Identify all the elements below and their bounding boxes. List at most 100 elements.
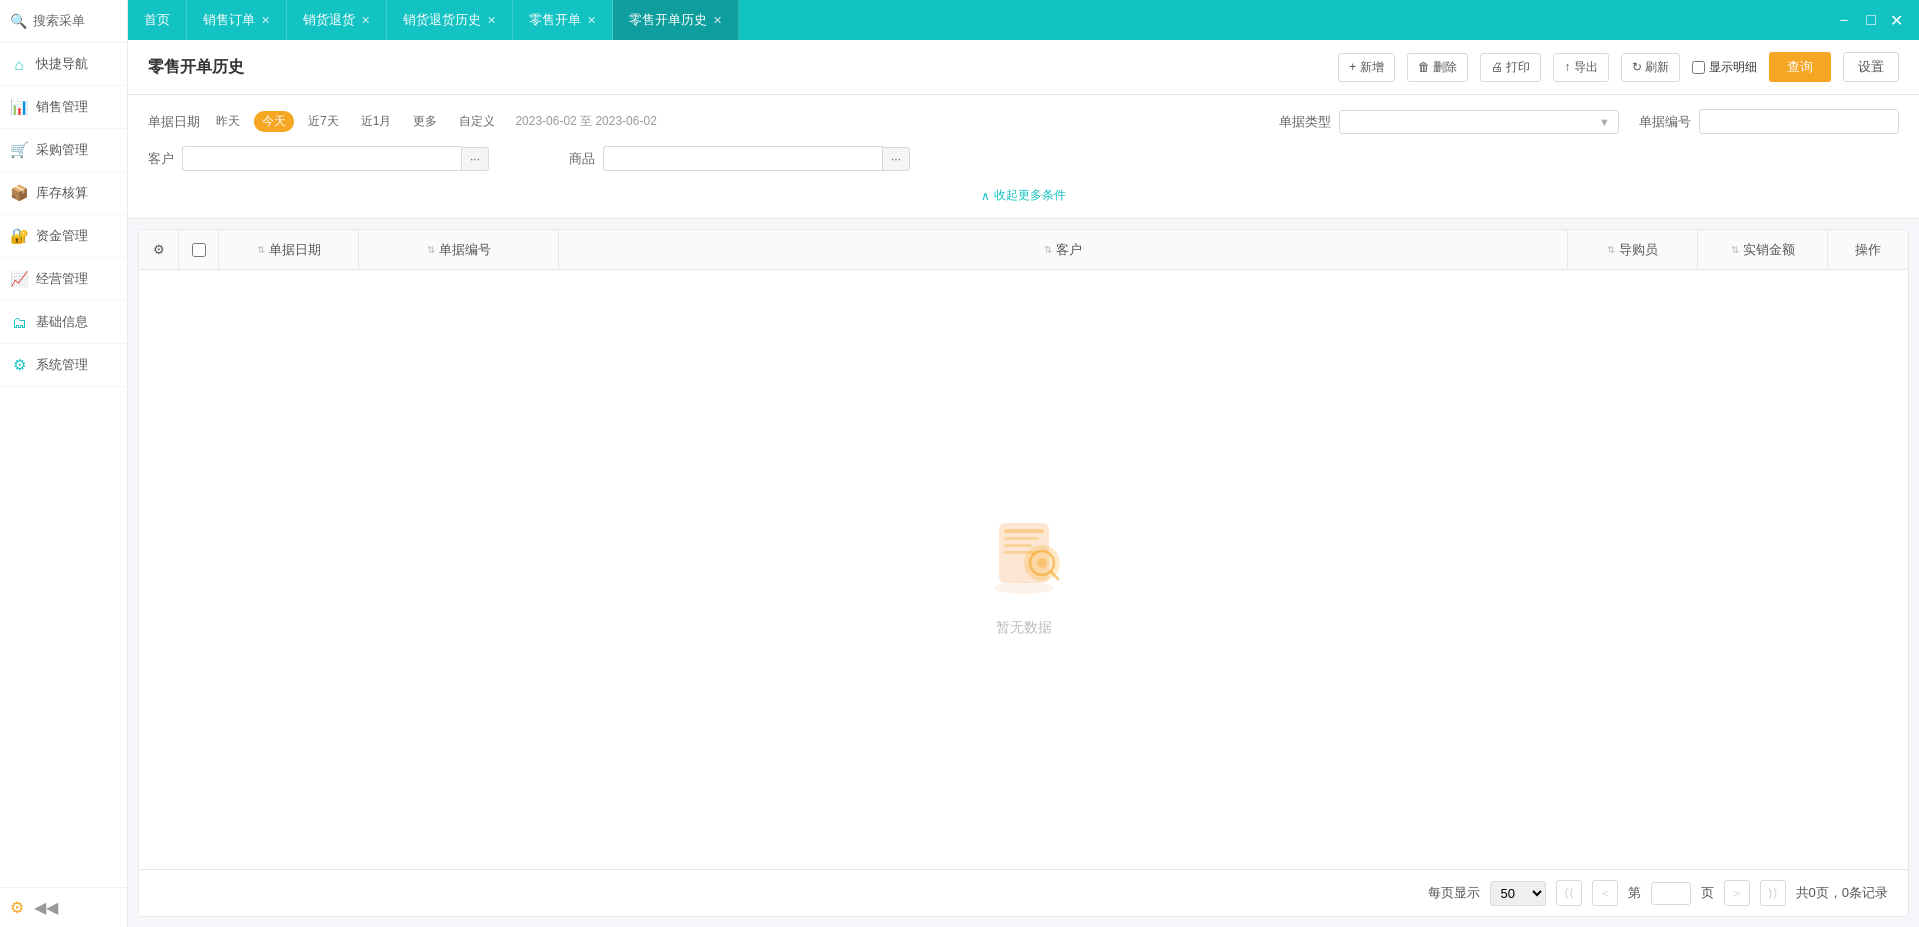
customer-input[interactable] [182,146,462,171]
add-button[interactable]: + 新增 [1338,53,1394,82]
filter-order-type: 单据类型 ▼ [1279,110,1619,134]
tab-sales-order-close[interactable]: ✕ [261,14,270,27]
sidebar-item-sys-mgmt[interactable]: ⚙ 系统管理 [0,344,127,387]
main-area: 首页 销售订单 ✕ 销货退货 ✕ 销货退货历史 ✕ 零售开单 ✕ 零售开单历史 … [128,0,1919,927]
collapse-sidebar-icon[interactable]: ◀◀ [34,898,58,917]
page-number-input[interactable]: 1 [1651,882,1691,905]
filter-row-1: 单据日期 昨天 今天 近7天 近1月 更多 自定义 2023-06-02 至 2… [148,109,1899,134]
sort-icon-order-no: ⇅ [427,244,435,255]
last-page-btn[interactable]: ⟩⟩ [1760,880,1786,906]
sidebar-item-label: 资金管理 [36,227,88,245]
sidebar-search[interactable]: 🔍 搜索采单 [0,0,127,43]
order-type-dropdown-icon: ▼ [1599,116,1610,128]
tab-sales-return-history-label: 销货退货历史 [403,11,481,29]
per-page-label: 每页显示 [1428,884,1480,902]
date-shortcut-1month[interactable]: 近1月 [353,111,400,132]
date-shortcut-yesterday[interactable]: 昨天 [208,111,248,132]
tab-retail-history-close[interactable]: ✕ [713,14,722,27]
page-suffix: 页 [1701,884,1714,902]
refresh-button[interactable]: ↻ 刷新 [1621,53,1680,82]
page-label: 第 [1628,884,1641,902]
sidebar-item-inventory[interactable]: 📦 库存核算 [0,172,127,215]
tab-sales-return-history[interactable]: 销货退货历史 ✕ [387,0,513,40]
table-col-guide[interactable]: ⇅ 导购员 [1568,230,1698,269]
first-page-btn[interactable]: ⟨⟨ [1556,880,1582,906]
select-all-checkbox[interactable] [192,243,206,257]
tab-sales-return-history-close[interactable]: ✕ [487,14,496,27]
tab-sales-return-close[interactable]: ✕ [361,14,370,27]
table-col-gear[interactable]: ⚙ [139,230,179,269]
close-btn[interactable]: ✕ [1890,11,1903,30]
tab-home-label: 首页 [144,11,170,29]
page-title: 零售开单历史 [148,57,244,78]
date-shortcut-7days[interactable]: 近7天 [300,111,347,132]
gear-col-icon: ⚙ [153,242,165,257]
table-col-order-no[interactable]: ⇅ 单据编号 [359,230,559,269]
filter-row-2: 客户 ··· 商品 ··· [148,146,1899,171]
sidebar-item-label: 系统管理 [36,356,88,374]
sidebar-item-label: 库存核算 [36,184,88,202]
tab-retail-history[interactable]: 零售开单历史 ✕ [613,0,739,40]
prev-page-btn[interactable]: ＜ [1592,880,1618,906]
sys-icon: ⚙ [10,356,28,374]
tab-sales-return[interactable]: 销货退货 ✕ [287,0,387,40]
delete-button[interactable]: 🗑 删除 [1407,53,1468,82]
sidebar-item-basic-info[interactable]: 🗂 基础信息 [0,301,127,344]
customer-label: 客户 [148,150,174,168]
filter-customer: 客户 ··· [148,146,489,171]
sidebar-item-finance[interactable]: 🔐 资金管理 [0,215,127,258]
order-type-label: 单据类型 [1279,113,1331,131]
svg-point-0 [994,582,1054,594]
table-col-customer[interactable]: ⇅ 客户 [559,230,1568,269]
date-label: 单据日期 [148,113,200,131]
print-button[interactable]: 🖨 打印 [1480,53,1541,82]
sort-icon-date: ⇅ [257,244,265,255]
sort-icon-guide: ⇅ [1607,244,1615,255]
maximize-btn[interactable]: □ [1866,11,1876,29]
product-label: 商品 [569,150,595,168]
customer-ellipsis-btn[interactable]: ··· [461,147,489,171]
finance-icon: 🔐 [10,227,28,245]
table-col-date[interactable]: ⇅ 单据日期 [219,230,359,269]
product-input[interactable] [603,146,883,171]
settings-button[interactable]: 设置 [1843,52,1899,82]
per-page-select[interactable]: 50 100 200 [1490,881,1546,906]
collapse-more-label: 收起更多条件 [994,187,1066,204]
date-shortcut-custom[interactable]: 自定义 [451,111,503,132]
query-button[interactable]: 查询 [1769,52,1831,82]
sidebar-item-sales-mgmt[interactable]: 📊 销售管理 [0,86,127,129]
order-no-label: 单据编号 [1639,113,1691,131]
tab-home[interactable]: 首页 [128,0,187,40]
svg-rect-3 [1004,537,1039,540]
date-shortcut-more[interactable]: 更多 [405,111,445,132]
next-page-btn[interactable]: ＞ [1724,880,1750,906]
table-col-checkbox[interactable] [179,230,219,269]
page-header: 零售开单历史 + 新增 🗑 删除 🖨 打印 ↑ 导出 ↻ 刷新 显示明细 查询 … [128,40,1919,95]
search-icon: 🔍 [10,13,27,29]
table-col-amount[interactable]: ⇅ 实销金额 [1698,230,1828,269]
sidebar-item-purchase-mgmt[interactable]: 🛒 采购管理 [0,129,127,172]
sidebar-item-label: 基础信息 [36,313,88,331]
export-button[interactable]: ↑ 导出 [1553,53,1608,82]
table-col-action: 操作 [1828,230,1908,269]
collapse-more-btn[interactable]: ∧ 收起更多条件 [148,183,1899,208]
date-shortcut-today[interactable]: 今天 [254,111,294,132]
tab-retail-open-close[interactable]: ✕ [587,14,596,27]
display-detail-checkbox[interactable] [1692,61,1705,74]
chevron-up-icon: ∧ [981,189,990,203]
minimize-btn[interactable]: － [1836,10,1852,31]
svg-point-9 [1037,558,1047,568]
table-area: ⚙ ⇅ 单据日期 ⇅ 单据编号 ⇅ 客户 ⇅ [138,229,1909,917]
order-type-select[interactable]: ▼ [1339,110,1619,134]
sidebar-item-operation[interactable]: 📈 经营管理 [0,258,127,301]
order-no-input[interactable] [1699,109,1899,134]
sidebar-item-quick-nav[interactable]: ⌂ 快捷导航 [0,43,127,86]
settings-icon[interactable]: ⚙ [10,898,24,917]
sidebar-item-label: 销售管理 [36,98,88,116]
product-ellipsis-btn[interactable]: ··· [882,147,910,171]
empty-state: 暂无数据 [139,270,1908,869]
tab-sales-order[interactable]: 销售订单 ✕ [187,0,287,40]
display-detail-label[interactable]: 显示明细 [1692,59,1757,76]
tab-retail-open[interactable]: 零售开单 ✕ [513,0,613,40]
filter-area: 单据日期 昨天 今天 近7天 近1月 更多 自定义 2023-06-02 至 2… [128,95,1919,219]
